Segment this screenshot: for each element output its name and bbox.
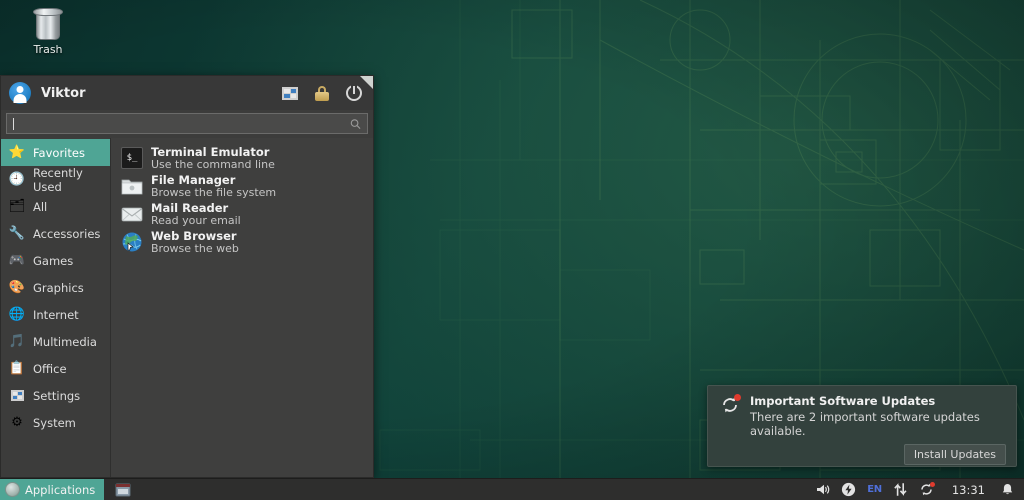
system-icon: ⚙ — [11, 415, 23, 430]
category-label: Office — [33, 361, 67, 376]
taskbar[interactable]: Applications EN 13:31 — [0, 478, 1024, 500]
application-menu[interactable]: Viktor ⭐ Favorites 🕘 Recently Used 🗂 All… — [0, 75, 374, 478]
clock[interactable]: 13:31 — [952, 483, 985, 497]
category-label: Multimedia — [33, 334, 97, 349]
clock-icon: 🕘 — [8, 172, 26, 187]
category-label: Games — [33, 253, 74, 268]
trash-icon — [33, 6, 63, 40]
applications-button[interactable]: Applications — [0, 478, 105, 500]
star-icon: ⭐ — [8, 145, 26, 160]
power-manager-tray-icon[interactable] — [841, 482, 856, 497]
notification-bell-icon[interactable] — [1000, 482, 1015, 497]
app-name: Mail Reader — [151, 201, 229, 215]
category-label: Recently Used — [33, 165, 83, 194]
category-item-settings[interactable]: Settings — [1, 382, 110, 409]
internet-icon: 🌐 — [8, 307, 26, 322]
category-label: Favorites — [33, 145, 85, 160]
volume-tray-icon[interactable] — [815, 482, 830, 497]
taskbar-window-button[interactable] — [113, 481, 133, 499]
lock-screen-button[interactable] — [313, 84, 331, 102]
category-item-games[interactable]: 🎮 Games — [1, 247, 110, 274]
category-list[interactable]: ⭐ Favorites 🕘 Recently Used 🗂 All 🔧 Acce… — [1, 138, 111, 477]
settings-icon — [282, 86, 298, 100]
globe-icon — [121, 231, 143, 253]
category-item-multimedia[interactable]: 🎵 Multimedia — [1, 328, 110, 355]
category-item-accessories[interactable]: 🔧 Accessories — [1, 220, 110, 247]
category-label: System — [33, 415, 76, 430]
office-icon: 📋 — [8, 361, 26, 376]
application-list[interactable]: $_ Terminal Emulator Use the command lin… — [111, 138, 373, 477]
network-tray-icon[interactable] — [893, 482, 908, 497]
category-item-office[interactable]: 📋 Office — [1, 355, 110, 382]
keyboard-layout-tray-icon[interactable]: EN — [867, 484, 882, 495]
app-name: File Manager — [151, 173, 236, 187]
notification-body: There are 2 important software updates a… — [750, 410, 980, 438]
search-icon — [350, 118, 361, 129]
mail-icon — [121, 203, 143, 225]
resize-grip[interactable] — [360, 76, 373, 89]
window-button-list[interactable] — [104, 481, 133, 499]
desktop-icon-trash[interactable]: Trash — [14, 6, 82, 56]
window-icon — [115, 483, 131, 496]
all-apps-icon: 🗂 — [8, 199, 26, 214]
category-item-system[interactable]: ⚙ System — [1, 409, 110, 436]
app-item-mail-reader[interactable]: Mail Reader Read your email — [111, 199, 373, 227]
app-name: Terminal Emulator — [151, 145, 270, 159]
category-item-favorites[interactable]: ⭐ Favorites — [1, 139, 110, 166]
app-description: Read your email — [151, 214, 241, 228]
update-badge — [929, 482, 935, 487]
menu-header: Viktor — [1, 76, 373, 110]
notification-title: Important Software Updates — [750, 394, 936, 408]
software-updates-tray-icon[interactable] — [919, 482, 935, 497]
menu-body: ⭐ Favorites 🕘 Recently Used 🗂 All 🔧 Acce… — [1, 138, 373, 477]
app-item-terminal-emulator[interactable]: $_ Terminal Emulator Use the command lin… — [111, 143, 373, 171]
category-item-recently-used[interactable]: 🕘 Recently Used — [1, 165, 110, 194]
category-item-all[interactable]: 🗂 All — [1, 193, 110, 220]
category-label: Graphics — [33, 280, 84, 295]
menu-header-actions — [281, 84, 367, 102]
settings-manager-button[interactable] — [281, 84, 299, 102]
text-caret — [13, 117, 14, 130]
desktop[interactable]: Trash Viktor ⭐ Favorites 🕘 Recently Used… — [0, 0, 1024, 500]
install-updates-button[interactable]: Install Updates — [903, 444, 1006, 465]
software-update-icon — [720, 394, 741, 415]
user-avatar-icon — [9, 82, 31, 104]
category-item-graphics[interactable]: 🎨 Graphics — [1, 274, 110, 301]
category-label: All — [33, 199, 48, 214]
app-description: Browse the file system — [151, 186, 277, 200]
category-label: Accessories — [33, 226, 101, 241]
system-tray[interactable]: EN 13:31 — [815, 482, 1024, 497]
search-input[interactable] — [6, 113, 368, 134]
app-description: Browse the web — [151, 242, 239, 256]
category-item-internet[interactable]: 🌐 Internet — [1, 301, 110, 328]
folder-icon — [121, 175, 143, 197]
notification-popup[interactable]: Important Software Updates There are 2 i… — [707, 385, 1017, 467]
applications-label: Applications — [25, 482, 96, 497]
app-name: Web Browser — [151, 229, 237, 243]
terminal-icon: $_ — [121, 147, 143, 169]
category-label: Internet — [33, 307, 79, 322]
accessories-icon: 🔧 — [8, 226, 26, 241]
app-item-web-browser[interactable]: Web Browser Browse the web — [111, 227, 373, 255]
multimedia-icon: 🎵 — [8, 334, 26, 349]
search-row — [1, 110, 373, 138]
xfce-mouse-icon — [5, 482, 20, 497]
games-icon: 🎮 — [8, 253, 26, 268]
app-description: Use the command line — [151, 158, 275, 172]
settings-icon — [9, 388, 25, 404]
username-label: Viktor — [41, 85, 86, 101]
update-badge — [734, 394, 741, 401]
category-label: Settings — [33, 388, 81, 403]
desktop-icon-label: Trash — [33, 43, 63, 56]
graphics-icon: 🎨 — [8, 280, 26, 295]
app-item-file-manager[interactable]: File Manager Browse the file system — [111, 171, 373, 199]
lock-icon — [315, 85, 329, 101]
